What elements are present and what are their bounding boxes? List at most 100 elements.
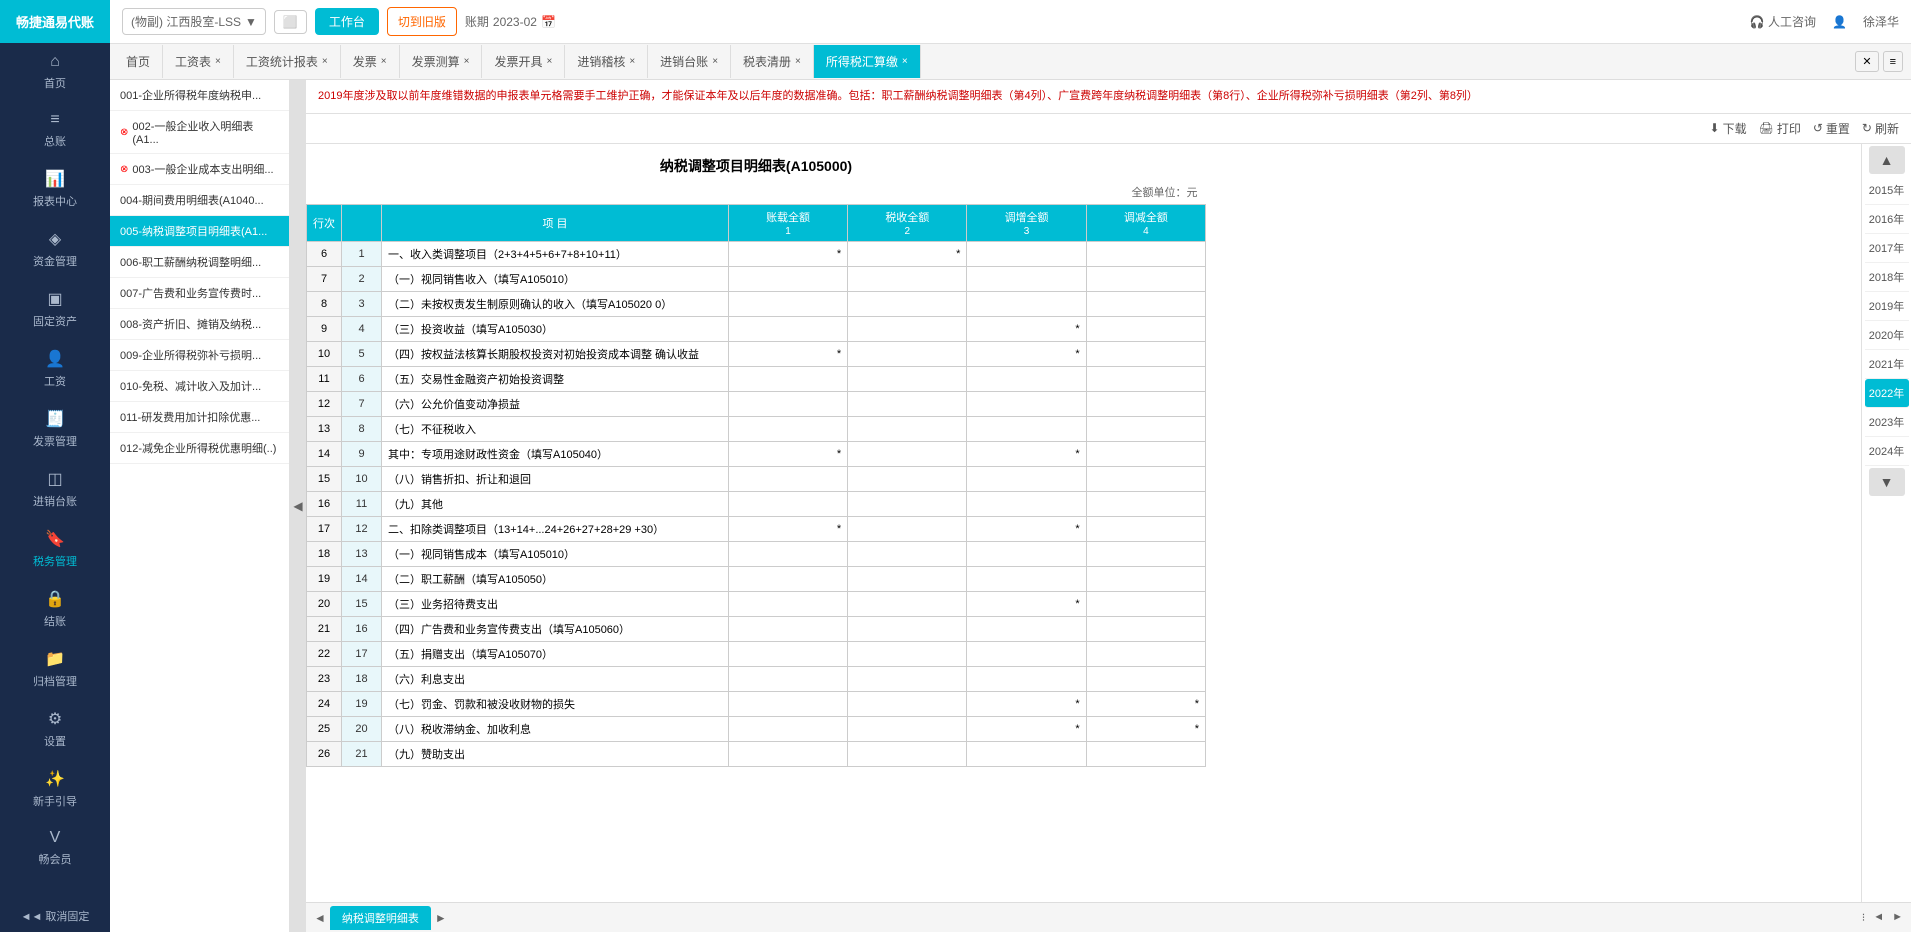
left-item-11[interactable]: 011-研发费用加计扣除优惠...: [110, 402, 289, 433]
cell-item-20[interactable]: （九）赞助支出: [382, 741, 729, 766]
cell-c1-0[interactable]: *: [728, 241, 847, 266]
cell-c1-20[interactable]: [728, 741, 847, 766]
tab-tax-clear-close[interactable]: ×: [795, 56, 801, 67]
tabbar-close-all[interactable]: ✕: [1855, 51, 1878, 72]
cell-c2-12[interactable]: [848, 541, 967, 566]
tab-input-ledger[interactable]: 进销台账 ×: [648, 45, 731, 78]
cell-c3-12[interactable]: [967, 541, 1086, 566]
cell-c3-4[interactable]: *: [967, 341, 1086, 366]
cell-c4-18[interactable]: *: [1086, 691, 1205, 716]
left-item-2[interactable]: ⊗ 002-一般企业收入明细表(A1...: [110, 111, 289, 154]
cell-c4-13[interactable]: [1086, 566, 1205, 591]
left-item-5[interactable]: 005-纳税调整项目明细表(A1...: [110, 216, 289, 247]
tab-payroll-close[interactable]: ×: [215, 56, 221, 67]
cell-c2-7[interactable]: [848, 416, 967, 441]
cell-c3-3[interactable]: *: [967, 316, 1086, 341]
cell-item-12[interactable]: （一）视同销售成本（填写A105010）: [382, 541, 729, 566]
cell-c4-7[interactable]: [1086, 416, 1205, 441]
bottom-scroll-right[interactable]: ►: [435, 911, 447, 925]
tab-invoice-open[interactable]: 发票开具 ×: [482, 45, 565, 78]
pin-toggle[interactable]: ◄◄ 取消固定: [0, 900, 110, 932]
user-avatar[interactable]: 👤: [1832, 15, 1847, 29]
cell-c1-12[interactable]: [728, 541, 847, 566]
year-2022[interactable]: 2022年: [1865, 379, 1909, 408]
cell-c2-2[interactable]: [848, 291, 967, 316]
cell-c1-8[interactable]: *: [728, 441, 847, 466]
sidebar-item-settings[interactable]: ⚙ 设置: [0, 699, 110, 759]
left-item-10[interactable]: 010-免税、减计收入及加计...: [110, 371, 289, 402]
cell-c3-6[interactable]: [967, 391, 1086, 416]
company-selector[interactable]: (物副) 江西股室-LSS ▼: [122, 8, 266, 35]
cell-item-13[interactable]: （二）职工薪酬（填写A105050）: [382, 566, 729, 591]
cell-item-0[interactable]: 一、收入类调整项目（2+3+4+5+6+7+8+10+11）: [382, 241, 729, 266]
bottom-scroll-left[interactable]: ◄: [314, 911, 326, 925]
cell-c4-8[interactable]: [1086, 441, 1205, 466]
tab-invoice-calc-close[interactable]: ×: [464, 56, 470, 67]
sidebar-item-invoice-mgr[interactable]: 🧾 发票管理: [0, 399, 110, 459]
cell-c4-3[interactable]: [1086, 316, 1205, 341]
cell-item-17[interactable]: （六）利息支出: [382, 666, 729, 691]
sidebar-item-finance[interactable]: ◈ 资金管理: [0, 219, 110, 279]
left-item-6[interactable]: 006-职工薪酬纳税调整明细...: [110, 247, 289, 278]
cell-c3-1[interactable]: [967, 266, 1086, 291]
cell-item-2[interactable]: （二）未按权责发生制原则确认的收入（填写A105020 0）: [382, 291, 729, 316]
cell-c3-19[interactable]: *: [967, 716, 1086, 741]
tab-home[interactable]: 首页: [114, 45, 163, 78]
cell-c3-10[interactable]: [967, 491, 1086, 516]
cell-c3-17[interactable]: [967, 666, 1086, 691]
cell-c2-3[interactable]: [848, 316, 967, 341]
cell-item-10[interactable]: （九）其他: [382, 491, 729, 516]
tab-payroll-stats[interactable]: 工资统计报表 ×: [234, 45, 341, 78]
cell-c4-10[interactable]: [1086, 491, 1205, 516]
left-item-9[interactable]: 009-企业所得税弥补亏损明...: [110, 340, 289, 371]
sidebar-item-ledger[interactable]: ≡ 总账: [0, 101, 110, 159]
sidebar-item-tax[interactable]: 🔖 税务管理: [0, 519, 110, 579]
cell-c1-11[interactable]: *: [728, 516, 847, 541]
year-up-btn[interactable]: ▲: [1869, 146, 1905, 174]
tab-input-tax[interactable]: 进销稽核 ×: [565, 45, 648, 78]
left-item-7[interactable]: 007-广告费和业务宣传费时...: [110, 278, 289, 309]
left-item-3[interactable]: ⊗ 003-一般企业成本支出明细...: [110, 154, 289, 185]
cell-c1-18[interactable]: [728, 691, 847, 716]
cell-c3-8[interactable]: *: [967, 441, 1086, 466]
cell-c4-5[interactable]: [1086, 366, 1205, 391]
cell-c3-14[interactable]: *: [967, 591, 1086, 616]
cell-c1-19[interactable]: [728, 716, 847, 741]
cell-c3-20[interactable]: [967, 741, 1086, 766]
cell-item-3[interactable]: （三）投资收益（填写A105030）: [382, 316, 729, 341]
cell-c2-19[interactable]: [848, 716, 967, 741]
cell-c2-9[interactable]: [848, 466, 967, 491]
cell-c4-12[interactable]: [1086, 541, 1205, 566]
cell-c1-14[interactable]: [728, 591, 847, 616]
tab-invoice-calc[interactable]: 发票测算 ×: [400, 45, 483, 78]
sidebar-item-input-tax[interactable]: ◫ 进销台账: [0, 459, 110, 519]
tab-invoice-open-close[interactable]: ×: [546, 56, 552, 67]
cell-c4-17[interactable]: [1086, 666, 1205, 691]
cell-c4-20[interactable]: [1086, 741, 1205, 766]
cell-c3-2[interactable]: [967, 291, 1086, 316]
tabbar-menu[interactable]: ≡: [1883, 51, 1903, 72]
cell-c1-3[interactable]: [728, 316, 847, 341]
cell-item-9[interactable]: （八）销售折扣、折让和退回: [382, 466, 729, 491]
left-item-4[interactable]: 004-期间费用明细表(A1040...: [110, 185, 289, 216]
cell-c1-17[interactable]: [728, 666, 847, 691]
tab-income-tax-close[interactable]: ×: [902, 56, 908, 67]
download-btn[interactable]: ⬇ 下载: [1710, 120, 1747, 137]
cell-c2-16[interactable]: [848, 641, 967, 666]
tab-tax-clear[interactable]: 税表清册 ×: [731, 45, 814, 78]
left-item-1[interactable]: 001-企业所得税年度纳税申...: [110, 80, 289, 111]
tab-income-tax[interactable]: 所得税汇算缴 ×: [814, 45, 921, 78]
cell-item-14[interactable]: （三）业务招待费支出: [382, 591, 729, 616]
sidebar-item-closing[interactable]: 🔒 结账: [0, 579, 110, 639]
panel-collapse-btn[interactable]: ◀: [290, 80, 306, 932]
cell-c4-16[interactable]: [1086, 641, 1205, 666]
cell-item-18[interactable]: （七）罚金、罚款和被没收财物的损失: [382, 691, 729, 716]
cell-c1-16[interactable]: [728, 641, 847, 666]
cell-c2-5[interactable]: [848, 366, 967, 391]
cell-c2-8[interactable]: [848, 441, 967, 466]
cell-c2-10[interactable]: [848, 491, 967, 516]
sidebar-item-assets[interactable]: ▣ 固定资产: [0, 279, 110, 339]
cell-c1-6[interactable]: [728, 391, 847, 416]
sidebar-item-payroll[interactable]: 👤 工资: [0, 339, 110, 399]
cell-c2-4[interactable]: [848, 341, 967, 366]
